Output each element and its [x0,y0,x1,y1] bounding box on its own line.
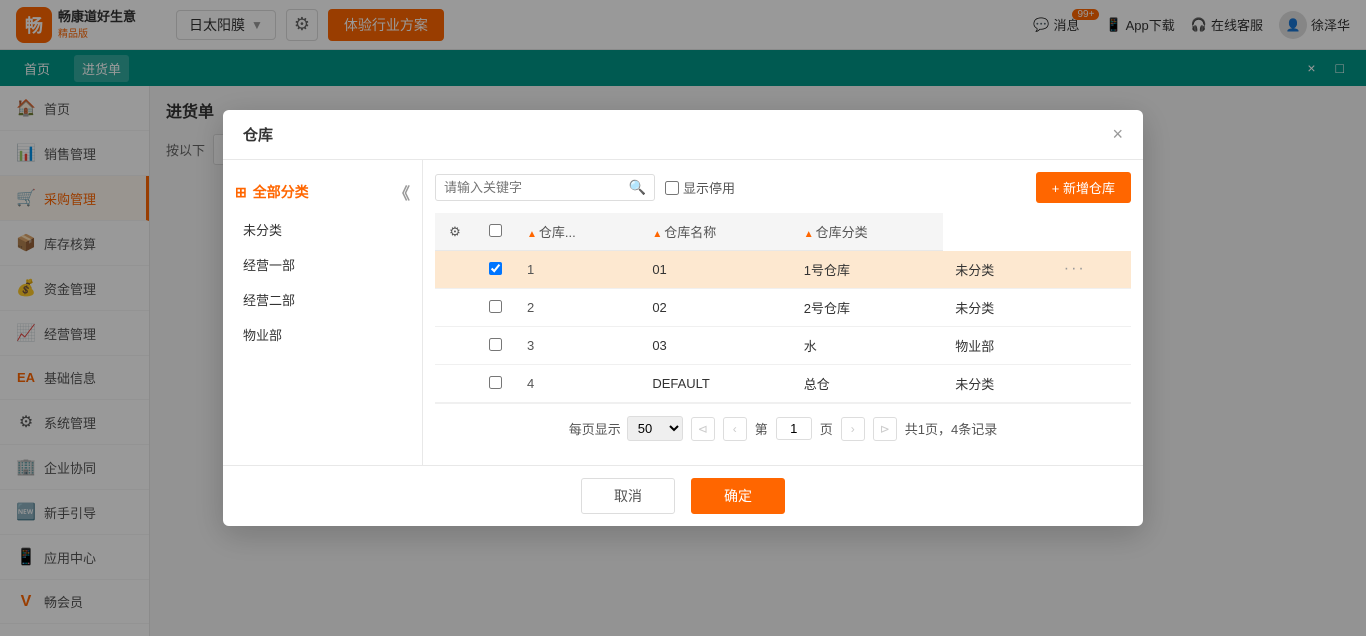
row-category-4: 未分类 [943,365,1052,403]
page-suffix: 页 [820,419,833,438]
select-all-checkbox[interactable] [489,224,502,237]
row-name-2: 2号仓库 [792,289,943,327]
row-gear [435,251,475,289]
modal-header: 仓库 × [223,110,1143,160]
row-category-3: 物业部 [943,327,1052,365]
search-input[interactable] [444,180,629,195]
table-row[interactable]: 3 03 水 物业部 [435,327,1131,365]
row-name-1: 1号仓库 [792,251,943,289]
page-label: 第 [755,419,768,438]
row-code-1: 01 [640,251,791,289]
table-body: 1 01 1号仓库 未分类 ··· 2 02 2 [435,251,1131,403]
row-checkbox-1[interactable] [489,262,502,275]
show-disabled-label: 显示停用 [665,178,735,197]
warehouse-modal: 仓库 × ⊞ 全部分类 《 未分类 经营一部 经营二部 物业部 [223,110,1143,526]
show-disabled-checkbox[interactable] [665,181,679,195]
category-item-ops1[interactable]: 经营一部 [223,247,422,282]
warehouse-table: ⚙ ▲仓库... ▲仓库名称 ▲仓库分类 1 [435,213,1131,403]
th-category: ▲仓库分类 [792,213,943,251]
row-category-2: 未分类 [943,289,1052,327]
row-check [475,289,515,327]
row-code-3: 03 [640,327,791,365]
first-page-btn[interactable]: ⊲ [691,417,715,441]
category-panel: ⊞ 全部分类 《 未分类 经营一部 经营二部 物业部 [223,160,423,465]
row-gear [435,327,475,365]
per-page-select[interactable]: 50 100 200 [627,416,683,441]
row-checkbox-3[interactable] [489,338,502,351]
th-name: ▲仓库名称 [640,213,791,251]
sort-icon-category: ▲ [804,229,814,240]
category-item-ops2[interactable]: 经营二部 [223,282,422,317]
per-page-group: 每页显示 50 100 200 [569,416,683,441]
modal-close-icon[interactable]: × [1112,124,1123,145]
prev-page-btn[interactable]: ‹ [723,417,747,441]
show-disabled-text: 显示停用 [683,178,735,197]
confirm-button[interactable]: 确定 [691,478,785,514]
table-panel: 🔍 显示停用 + 新增仓库 ⚙ ▲仓库... [423,160,1143,465]
grid-icon: ⊞ [235,184,247,201]
category-header: ⊞ 全部分类 《 [223,172,422,212]
row-code-4: DEFAULT [640,365,791,403]
row-gear [435,365,475,403]
modal-footer: 取消 确定 [223,465,1143,526]
row-checkbox-4[interactable] [489,376,502,389]
row-code-2: 02 [640,289,791,327]
page-input[interactable] [776,417,812,440]
row-num-1: 1 [515,251,640,289]
row-check [475,327,515,365]
th-check [475,213,515,251]
modal-overlay: 仓库 × ⊞ 全部分类 《 未分类 经营一部 经营二部 物业部 [0,0,1366,636]
next-page-btn[interactable]: › [841,417,865,441]
category-item-property[interactable]: 物业部 [223,317,422,352]
table-row[interactable]: 4 DEFAULT 总仓 未分类 [435,365,1131,403]
search-icon[interactable]: 🔍 [629,179,646,196]
category-item-unclassified[interactable]: 未分类 [223,212,422,247]
row-more-3[interactable] [1052,327,1131,365]
th-code: ▲仓库... [515,213,640,251]
sort-icon-code: ▲ [527,229,537,240]
cancel-button[interactable]: 取消 [581,478,675,514]
row-num-4: 4 [515,365,640,403]
category-all-label[interactable]: 全部分类 [253,182,309,202]
data-table: ⚙ ▲仓库... ▲仓库名称 ▲仓库分类 1 [435,213,1131,403]
modal-body: ⊞ 全部分类 《 未分类 经营一部 经营二部 物业部 🔍 [223,160,1143,465]
row-more-2[interactable] [1052,289,1131,327]
sort-icon-name: ▲ [652,229,662,240]
row-checkbox-2[interactable] [489,300,502,313]
pagination: 每页显示 50 100 200 ⊲ ‹ 第 页 › ⊳ 共1页，4条记录 [435,403,1131,453]
table-head: ⚙ ▲仓库... ▲仓库名称 ▲仓库分类 [435,213,1131,251]
table-row[interactable]: 2 02 2号仓库 未分类 [435,289,1131,327]
row-name-3: 水 [792,327,943,365]
add-warehouse-btn[interactable]: + 新增仓库 [1036,172,1131,203]
collapse-icon[interactable]: 《 [394,180,410,204]
modal-title: 仓库 [243,124,273,145]
th-settings: ⚙ [435,213,475,251]
table-row[interactable]: 1 01 1号仓库 未分类 ··· [435,251,1131,289]
page-total: 共1页，4条记录 [905,419,997,438]
row-check [475,251,515,289]
search-box: 🔍 [435,174,655,201]
last-page-btn[interactable]: ⊳ [873,417,897,441]
row-num-3: 3 [515,327,640,365]
per-page-label: 每页显示 [569,419,621,438]
row-check [475,365,515,403]
row-gear [435,289,475,327]
table-toolbar: 🔍 显示停用 + 新增仓库 [435,172,1131,203]
row-more-4[interactable] [1052,365,1131,403]
row-num-2: 2 [515,289,640,327]
row-more-1[interactable]: ··· [1052,251,1131,289]
row-category-1: 未分类 [943,251,1052,289]
row-name-4: 总仓 [792,365,943,403]
